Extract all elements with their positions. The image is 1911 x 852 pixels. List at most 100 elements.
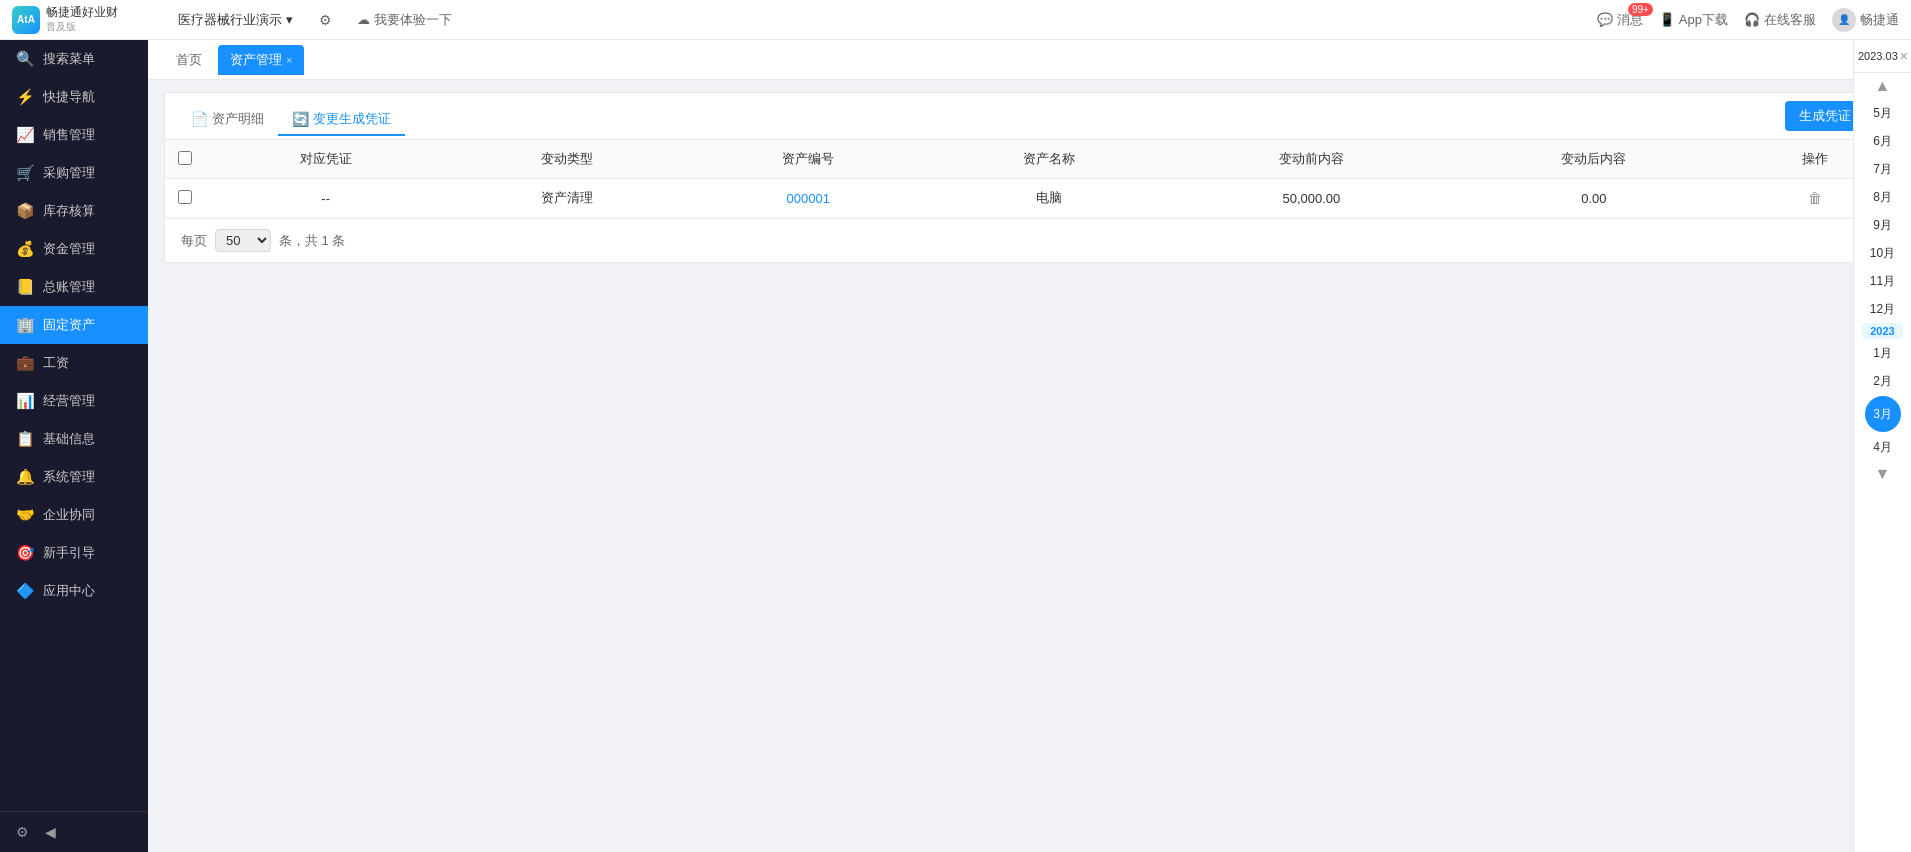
- ledger-icon: 📒: [16, 278, 35, 296]
- sidebar-item-quick-nav[interactable]: ⚡ 快捷导航: [0, 78, 148, 116]
- clipboard-icon: 📋: [16, 430, 35, 448]
- per-page-select[interactable]: 50 10 20 100: [215, 229, 271, 252]
- calendar-month-jul[interactable]: 7月: [1861, 156, 1905, 182]
- delete-row-button[interactable]: 🗑: [1808, 190, 1822, 206]
- calendar-close-button[interactable]: ×: [1898, 46, 1910, 66]
- sidebar-item-label: 系统管理: [43, 468, 95, 486]
- sidebar-item-label: 库存核算: [43, 202, 95, 220]
- calendar-month-may[interactable]: 5月: [1861, 100, 1905, 126]
- calendar-year-2023[interactable]: 2023: [1862, 323, 1902, 339]
- sidebar-item-finance[interactable]: 💰 资金管理: [0, 230, 148, 268]
- app-download-button[interactable]: 📱 App下载: [1659, 11, 1728, 29]
- logo-edition: 普及版: [46, 20, 118, 34]
- pagination-bar: 每页 50 10 20 100 条，共 1 条: [165, 218, 1894, 262]
- tab-close-icon[interactable]: ×: [286, 54, 292, 66]
- total-count-label: 条，共 1 条: [279, 232, 345, 250]
- sidebar-item-label: 经营管理: [43, 392, 95, 410]
- col-after-content: 变动后内容: [1453, 140, 1736, 179]
- sub-tab-generate-voucher[interactable]: 🔄 变更生成凭证: [278, 104, 405, 136]
- calendar-month-aug[interactable]: 8月: [1861, 184, 1905, 210]
- message-icon: 💬: [1597, 12, 1613, 27]
- page-content: 📄 资产明细 🔄 变更生成凭证 生成凭证 ▼: [148, 80, 1911, 852]
- app-download-label: App下载: [1679, 11, 1728, 29]
- bell-icon: 🔔: [16, 468, 35, 486]
- messages-badge: 99+: [1628, 3, 1653, 16]
- select-all-checkbox[interactable]: [178, 151, 192, 165]
- company-selector[interactable]: 医疗器械行业演示 ▾: [170, 7, 301, 33]
- refresh-icon: 🔄: [292, 111, 309, 127]
- experience-label: 我要体验一下: [374, 11, 452, 29]
- col-asset-no: 资产编号: [688, 140, 929, 179]
- calendar-nav-down-button[interactable]: ▼: [1871, 461, 1895, 487]
- calendar-year-month: 2023.03: [1858, 50, 1898, 62]
- assets-table: 对应凭证 变动类型 资产编号 资产名称: [165, 140, 1894, 218]
- user-profile-button[interactable]: 👤 畅捷通: [1832, 8, 1899, 32]
- col-change-type: 变动类型: [446, 140, 687, 179]
- sidebar-bottom: ⚙ ◀: [0, 811, 148, 852]
- phone-icon: 📱: [1659, 12, 1675, 27]
- calendar-nav-up-button[interactable]: ▲: [1871, 73, 1895, 99]
- sidebar-item-sales[interactable]: 📈 销售管理: [0, 116, 148, 154]
- chart-icon: 📈: [16, 126, 35, 144]
- calendar-month-dec[interactable]: 12月: [1861, 296, 1905, 322]
- sub-tab-label: 变更生成凭证: [313, 110, 391, 128]
- handshake-icon: 🤝: [16, 506, 35, 524]
- sidebar-item-cooperation[interactable]: 🤝 企业协同: [0, 496, 148, 534]
- sidebar-item-purchase[interactable]: 🛒 采购管理: [0, 154, 148, 192]
- sidebar-item-label: 工资: [43, 354, 69, 372]
- online-service-button[interactable]: 🎧 在线客服: [1744, 11, 1816, 29]
- sidebar-item-label: 新手引导: [43, 544, 95, 562]
- home-tab-label: 首页: [176, 51, 202, 69]
- calendar-month-jan-2023[interactable]: 1月: [1861, 340, 1905, 366]
- calendar-month-apr-2023[interactable]: 4月: [1861, 434, 1905, 460]
- sidebar-item-label: 搜索菜单: [43, 50, 95, 68]
- settings-button[interactable]: ⚙: [311, 6, 339, 34]
- briefcase-icon: 💼: [16, 354, 35, 372]
- calendar-month-feb-2023[interactable]: 2月: [1861, 368, 1905, 394]
- sidebar-item-system[interactable]: 🔔 系统管理: [0, 458, 148, 496]
- sidebar-item-label: 资金管理: [43, 240, 95, 258]
- cell-voucher: --: [205, 179, 446, 218]
- col-asset-name: 资产名称: [929, 140, 1170, 179]
- sidebar-item-search[interactable]: 🔍 搜索菜单: [0, 40, 148, 78]
- sidebar-item-operations[interactable]: 📊 经营管理: [0, 382, 148, 420]
- calendar-month-nov[interactable]: 11月: [1861, 268, 1905, 294]
- tab-asset-management[interactable]: 资产管理 ×: [218, 45, 304, 75]
- calendar-month-oct[interactable]: 10月: [1861, 240, 1905, 266]
- cell-asset-no[interactable]: 000001: [688, 179, 929, 218]
- sidebar-collapse-button[interactable]: ◀: [41, 820, 60, 844]
- sidebar-item-label: 企业协同: [43, 506, 95, 524]
- sidebar-settings-button[interactable]: ⚙: [12, 820, 33, 844]
- calendar-month-jun[interactable]: 6月: [1861, 128, 1905, 154]
- col-voucher: 对应凭证: [205, 140, 446, 179]
- calendar-month-mar-2023[interactable]: 3月: [1865, 396, 1901, 432]
- gear-icon: ⚙: [319, 12, 332, 28]
- sidebar-item-app-center[interactable]: 🔷 应用中心: [0, 572, 148, 610]
- sidebar-item-payroll[interactable]: 💼 工资: [0, 344, 148, 382]
- cell-change-type: 资产清理: [446, 179, 687, 218]
- sidebar-item-fixed-assets[interactable]: 🏢 固定资产: [0, 306, 148, 344]
- sub-tab-label: 资产明细: [212, 110, 264, 128]
- experience-button[interactable]: ☁ 我要体验一下: [349, 7, 460, 33]
- col-before-content: 变动前内容: [1170, 140, 1453, 179]
- online-service-label: 在线客服: [1764, 11, 1816, 29]
- sidebar-item-basic-info[interactable]: 📋 基础信息: [0, 420, 148, 458]
- sidebar-item-guide[interactable]: 🎯 新手引导: [0, 534, 148, 572]
- sidebar-item-ledger[interactable]: 📒 总账管理: [0, 268, 148, 306]
- row-checkbox-cell: [165, 179, 205, 218]
- sidebar-item-inventory[interactable]: 📦 库存核算: [0, 192, 148, 230]
- messages-button[interactable]: 💬 消息 99+: [1597, 11, 1643, 29]
- calendar-panel: 2023.03 × ⤢ ▲ 5月 6月 7月 8月 9月 10月 11月: [1853, 40, 1911, 852]
- tab-home[interactable]: 首页: [164, 45, 214, 75]
- avatar: 👤: [1832, 8, 1856, 32]
- active-tab-label: 资产管理: [230, 51, 282, 69]
- row-select-checkbox[interactable]: [178, 190, 192, 204]
- cell-before-content: 50,000.00: [1170, 179, 1453, 218]
- tab-bar: 首页 资产管理 ×: [148, 40, 1911, 80]
- generate-btn-label: 生成凭证: [1799, 107, 1851, 125]
- logo-text-block: 畅捷通好业财 普及版: [46, 5, 118, 35]
- sidebar-item-label: 总账管理: [43, 278, 95, 296]
- sub-tab-asset-detail[interactable]: 📄 资产明细: [177, 104, 278, 136]
- top-header: AtA 畅捷通好业财 普及版 医疗器械行业演示 ▾ ⚙ ☁ 我要体验一下 💬 消…: [0, 0, 1911, 40]
- calendar-month-sep[interactable]: 9月: [1861, 212, 1905, 238]
